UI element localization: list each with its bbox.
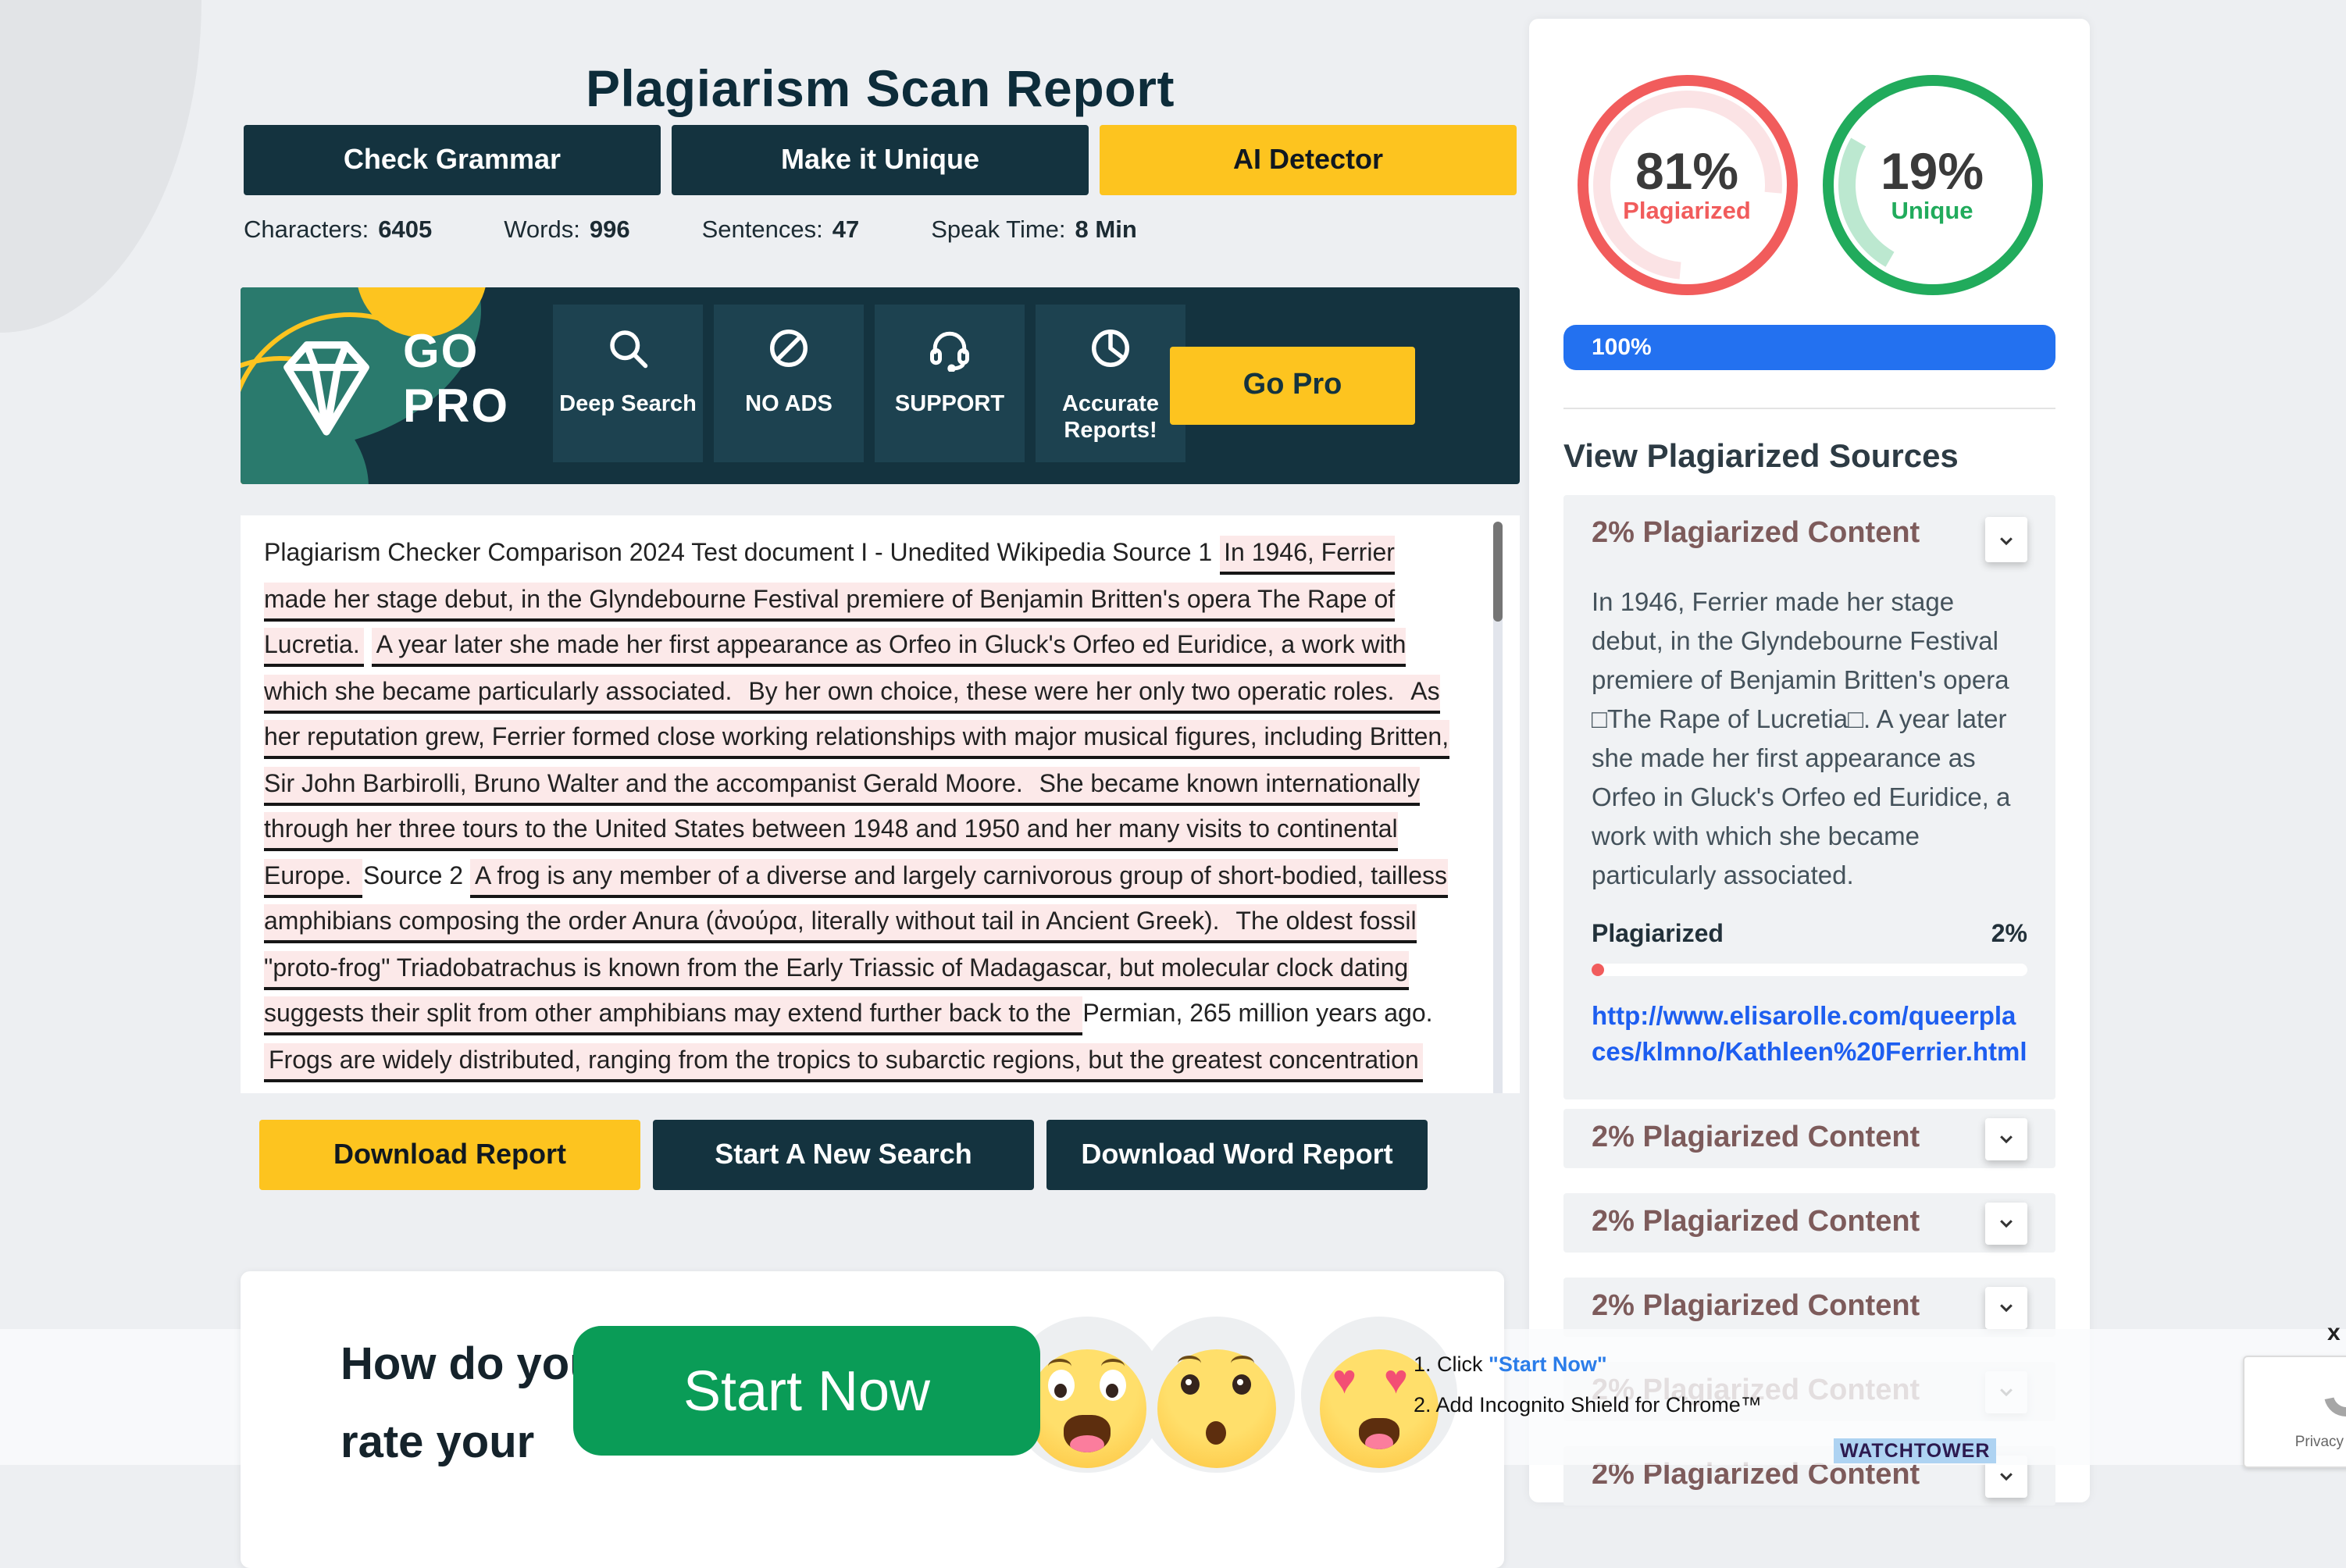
scanned-document-text: Plagiarism Checker Comparison 2024 Test … [264, 531, 1464, 1084]
chevron-down-icon [1995, 1463, 2018, 1488]
source-meter-fill [1592, 964, 1605, 976]
scrollbar-track[interactable] [1493, 543, 1503, 1093]
source-url-link[interactable]: http://www.elisarolle.com/queerplaces/kl… [1592, 1000, 2027, 1071]
divider [1563, 408, 2055, 409]
stats-row: Characters:6405 Words:996 Sentences:47 Spea… [244, 217, 1137, 245]
start-a-new-search-button[interactable]: Start A New Search [653, 1120, 1034, 1190]
source-meter-label: Plagiarized [1592, 921, 1724, 950]
go-pro-feature-label: SUPPORT [895, 392, 1004, 419]
start-now-button[interactable]: Start Now [573, 1326, 1040, 1456]
pie-chart-icon [1087, 325, 1134, 392]
chevron-down-icon [1995, 527, 2018, 552]
search-icon [604, 325, 651, 392]
source-card-collapsed[interactable]: 2% Plagiarized Content [1563, 1193, 2055, 1253]
source-title: 2% Plagiarized Content [1592, 1290, 1920, 1324]
toolbar-button-make-it-unique[interactable]: Make it Unique [672, 125, 1089, 195]
toolbar-button-ai-detector[interactable]: AI Detector [1100, 125, 1517, 195]
download-word-report-button[interactable]: Download Word Report [1046, 1120, 1428, 1190]
plagiarism-report-page: Plagiarism Scan Report Check GrammarMake… [0, 0, 2346, 1465]
chevron-down-icon [1995, 1126, 2018, 1151]
start-now-link-text: "Start Now" [1489, 1352, 1607, 1376]
page-title: Plagiarism Scan Report [241, 59, 1520, 119]
rating-prompt-line1: How do you [340, 1340, 597, 1392]
unique-gauge: 19% Unique [1822, 75, 2042, 295]
source-meter-value: 2% [1991, 921, 2027, 950]
chevron-down-icon [1995, 1295, 2018, 1320]
plagiarized-label: Plagiarized [1623, 198, 1751, 226]
download-report-button[interactable]: Download Report [259, 1120, 640, 1190]
astonished-face-emoji[interactable] [1157, 1349, 1276, 1468]
recaptcha-icon [2318, 1367, 2346, 1423]
stat-characters: Characters:6405 [244, 217, 432, 245]
unique-label: Unique [1891, 198, 1973, 226]
highlighted-plagiarized-text: Frogs are widely distributed, ranging fr… [264, 1042, 1424, 1082]
collapse-source-button[interactable] [1985, 517, 2027, 562]
scrollbar-thumb[interactable] [1493, 522, 1503, 622]
unique-percent: 19% [1881, 144, 1984, 198]
source-card-collapsed[interactable]: 2% Plagiarized Content [1563, 1109, 2055, 1168]
toolbar-button-check-grammar[interactable]: Check Grammar [244, 125, 661, 195]
scanned-document-panel: Plagiarism Checker Comparison 2024 Test … [241, 515, 1520, 1093]
expand-source-button[interactable] [1985, 1117, 2027, 1160]
document-text: Plagiarism Checker Comparison 2024 Test … [264, 540, 1219, 567]
go-pro-features: Deep Search NO ADS SUPPORT Accurate Reports… [553, 305, 1185, 462]
excited-face-emoji[interactable] [1028, 1349, 1146, 1468]
source-title: 2% Plagiarized Content [1592, 517, 1920, 551]
score-gauges: 81% Plagiarized 19% Unique [1529, 75, 2090, 295]
no-ads-icon [765, 325, 812, 392]
results-sidebar: 81% Plagiarized 19% Unique 100% View Pla… [1529, 19, 2090, 1502]
source-excerpt: In 1946, Ferrier made her stage debut, i… [1592, 584, 2029, 896]
rating-prompt-line2: rate your [340, 1418, 534, 1470]
recaptcha-privacy-terms[interactable]: Privacy - Terms [2244, 1434, 2346, 1451]
source-card-collapsed[interactable]: 2% Plagiarized Content [1563, 1278, 2055, 1337]
headset-icon [926, 325, 973, 392]
close-icon[interactable]: x [2327, 1321, 2341, 1345]
report-actions: Download ReportStart A New SearchDownloa… [259, 1120, 1428, 1190]
go-pro-feature-no-ads: NO ADS [714, 305, 864, 462]
document-text: Source 2 [363, 863, 470, 889]
recaptcha-badge[interactable]: Privacy - Terms [2243, 1356, 2346, 1468]
scan-progress-bar: 100% [1563, 325, 2055, 370]
corner-decoration [0, 0, 201, 333]
go-pro-feature-support: SUPPORT [875, 305, 1025, 462]
go-pro-feature-label: Accurate Reports! [1036, 392, 1185, 445]
source-card-expanded: 2% Plagiarized Content In 1946, Ferrier … [1563, 495, 2055, 1099]
expand-source-button[interactable] [1985, 1202, 2027, 1244]
stat-words: Words:996 [504, 217, 629, 245]
ad-instruction-2: 2. Add Incognito Shield for Chrome™ [1414, 1393, 1762, 1417]
document-text [365, 633, 372, 659]
stat-sentences: Sentences:47 [702, 217, 860, 245]
go-pro-feature-label: NO ADS [745, 392, 833, 419]
stat-speaktime: Speak Time:8 Min [931, 217, 1137, 245]
watchtower-logo[interactable]: WATCHTOWER [1834, 1438, 1996, 1463]
source-title: 2% Plagiarized Content [1592, 1121, 1920, 1156]
sources-heading: View Plagiarized Sources [1563, 439, 2055, 476]
highlighted-plagiarized-text: By her own choice, these were her only t… [743, 674, 1406, 713]
go-pro-button[interactable]: Go Pro [1170, 347, 1415, 425]
go-pro-feature-label: Deep Search [559, 392, 697, 419]
toolbar: Check GrammarMake it UniqueAI Detector [244, 125, 1517, 195]
diamond-icon [259, 328, 394, 448]
go-pro-feature-accurate-reports-: Accurate Reports! [1036, 305, 1185, 462]
document-text: Permian, 265 million years ago. [1082, 1001, 1432, 1028]
expand-source-button[interactable] [1985, 1286, 2027, 1328]
chevron-down-icon [1995, 1210, 2018, 1235]
plagiarized-percent: 81% [1635, 144, 1738, 198]
source-title: 2% Plagiarized Content [1592, 1206, 1920, 1240]
go-pro-feature-deep-search: Deep Search [553, 305, 703, 462]
source-meter-track [1592, 964, 2027, 976]
ad-instruction-1: 1. Click "Start Now" [1414, 1352, 1607, 1376]
go-pro-banner: GO PRO Deep Search NO ADS SUPPORT Accurate … [241, 287, 1520, 484]
plagiarized-gauge: 81% Plagiarized [1577, 75, 1797, 295]
go-pro-logo-text: GO PRO [403, 325, 509, 434]
